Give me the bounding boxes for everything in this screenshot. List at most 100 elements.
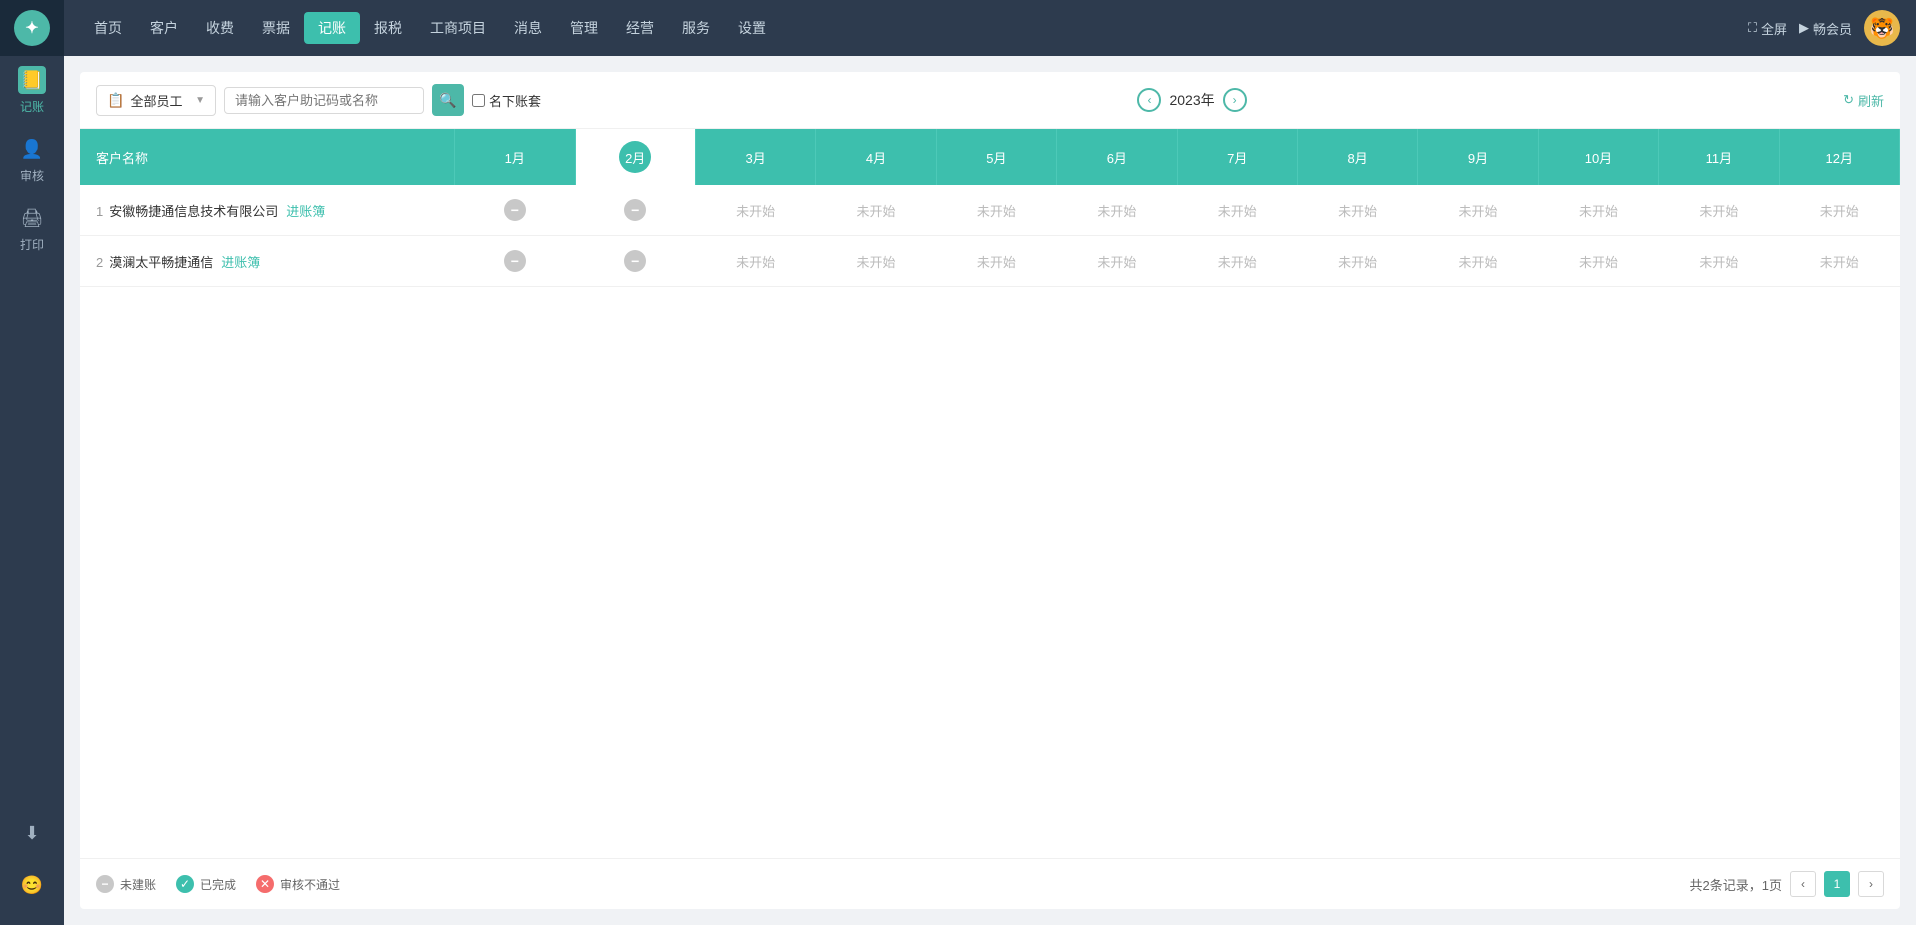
toolbar: 📋 全部员工 ▼ 🔍 名下账套 ‹ 2023年 › bbox=[80, 72, 1900, 129]
nav-service[interactable]: 服务 bbox=[668, 12, 724, 44]
not-built-icon: − bbox=[96, 875, 114, 893]
next-year-button[interactable]: › bbox=[1223, 88, 1247, 112]
nav-billing[interactable]: 收费 bbox=[192, 12, 248, 44]
not-built-status[interactable]: − bbox=[504, 199, 526, 221]
month-cell-11: 未开始 bbox=[1659, 236, 1779, 287]
col-header-m8: 8月 bbox=[1297, 129, 1417, 185]
month-cell-5: 未开始 bbox=[936, 236, 1056, 287]
month-cell-7: 未开始 bbox=[1177, 236, 1297, 287]
employee-icon: 📋 bbox=[107, 92, 124, 109]
year-label: 2023年 bbox=[1169, 90, 1214, 110]
month-cell-2[interactable]: − bbox=[575, 185, 695, 236]
chevron-down-icon: ▼ bbox=[195, 95, 205, 106]
nav-business[interactable]: 工商项目 bbox=[416, 12, 500, 44]
checkbox-mine[interactable]: 名下账套 bbox=[472, 91, 541, 110]
not-started-status: 未开始 bbox=[1097, 255, 1136, 270]
total-text: 共2条记录，1页 bbox=[1690, 875, 1782, 894]
month-cell-1[interactable]: − bbox=[455, 236, 575, 287]
rejected-icon: ✕ bbox=[256, 875, 274, 893]
rejected-label: 审核不通过 bbox=[280, 876, 340, 893]
year-nav: ‹ 2023年 › bbox=[1137, 88, 1246, 112]
not-started-status: 未开始 bbox=[1459, 204, 1498, 219]
footer-right: 共2条记录，1页 ‹ 1 › bbox=[1690, 871, 1884, 897]
nav-invoice[interactable]: 票据 bbox=[248, 12, 304, 44]
not-started-status: 未开始 bbox=[1699, 204, 1738, 219]
not-started-status: 未开始 bbox=[1699, 255, 1738, 270]
nav-message[interactable]: 消息 bbox=[500, 12, 556, 44]
col-header-m12: 12月 bbox=[1779, 129, 1899, 185]
table-wrap: 客户名称 1月 2月 3月 4月 5月 6月 7月 8月 9月 bbox=[80, 129, 1900, 858]
search-input[interactable] bbox=[224, 87, 424, 114]
sidebar-item-label: 打印 bbox=[20, 236, 44, 253]
not-started-status: 未开始 bbox=[1218, 204, 1257, 219]
nav-manage[interactable]: 管理 bbox=[556, 12, 612, 44]
sidebar: ✦ 📒 记账 👤 审核 🖨 打印 ⬇ 😊 bbox=[0, 0, 64, 925]
not-started-status: 未开始 bbox=[1338, 255, 1377, 270]
search-button[interactable]: 🔍 bbox=[432, 84, 464, 116]
main-area: 首页 客户 收费 票据 记账 报税 工商项目 消息 管理 经营 服务 设置 ⛶ … bbox=[64, 0, 1916, 925]
not-built-status[interactable]: − bbox=[504, 250, 526, 272]
enter-ledger-link[interactable]: 进账簿 bbox=[286, 204, 325, 219]
nav-operation[interactable]: 经营 bbox=[612, 12, 668, 44]
sidebar-item-accounting[interactable]: 📒 记账 bbox=[0, 56, 64, 125]
prev-year-button[interactable]: ‹ bbox=[1137, 88, 1161, 112]
sidebar-bottom: ⬇ 😊 bbox=[0, 809, 64, 925]
month-cell-5: 未开始 bbox=[936, 185, 1056, 236]
month-cell-7: 未开始 bbox=[1177, 185, 1297, 236]
app-logo: ✦ bbox=[14, 10, 50, 46]
not-started-status: 未开始 bbox=[1579, 255, 1618, 270]
sidebar-item-download[interactable]: ⬇ bbox=[0, 809, 64, 857]
nav-settings[interactable]: 设置 bbox=[724, 12, 780, 44]
topnav: 首页 客户 收费 票据 记账 报税 工商项目 消息 管理 经营 服务 设置 ⛶ … bbox=[64, 0, 1916, 56]
month-cell-1[interactable]: − bbox=[455, 185, 575, 236]
col-header-m4: 4月 bbox=[816, 129, 936, 185]
not-started-status: 未开始 bbox=[1097, 204, 1136, 219]
next-page-button[interactable]: › bbox=[1858, 871, 1884, 897]
sidebar-item-print[interactable]: 🖨 打印 bbox=[0, 194, 64, 263]
not-started-status: 未开始 bbox=[736, 204, 775, 219]
not-started-status: 未开始 bbox=[1338, 204, 1377, 219]
nav-tax[interactable]: 报税 bbox=[360, 12, 416, 44]
member-label: 畅会员 bbox=[1813, 19, 1852, 38]
page-1-button[interactable]: 1 bbox=[1824, 871, 1850, 897]
nav-home[interactable]: 首页 bbox=[80, 12, 136, 44]
sidebar-item-audit[interactable]: 👤 审核 bbox=[0, 125, 64, 194]
not-built-status[interactable]: − bbox=[624, 250, 646, 272]
refresh-label: 刷新 bbox=[1858, 91, 1884, 110]
col-header-m1: 1月 bbox=[455, 129, 575, 185]
sidebar-item-support[interactable]: 😊 bbox=[0, 861, 64, 909]
not-built-status[interactable]: − bbox=[624, 199, 646, 221]
footer: − 未建账 ✓ 已完成 ✕ 审核不通过 共2条记录，1页 ‹ 1 › bbox=[80, 858, 1900, 909]
refresh-button[interactable]: ↻ 刷新 bbox=[1843, 91, 1884, 110]
col-header-m2: 2月 bbox=[575, 129, 695, 185]
table-header-row: 客户名称 1月 2月 3月 4月 5月 6月 7月 8月 9月 bbox=[80, 129, 1900, 185]
search-icon: 🔍 bbox=[439, 92, 456, 109]
not-built-label: 未建账 bbox=[120, 876, 156, 893]
row-index: 1 bbox=[96, 204, 103, 219]
month-cell-3: 未开始 bbox=[695, 236, 815, 287]
current-month-circle: 2月 bbox=[619, 141, 651, 173]
member-button[interactable]: ▶ 畅会员 bbox=[1799, 19, 1852, 38]
avatar[interactable]: 🐯 bbox=[1864, 10, 1900, 46]
month-cell-2[interactable]: − bbox=[575, 236, 695, 287]
month-cell-6: 未开始 bbox=[1057, 236, 1177, 287]
data-table: 客户名称 1月 2月 3月 4月 5月 6月 7月 8月 9月 bbox=[80, 129, 1900, 287]
member-icon: ▶ bbox=[1799, 20, 1809, 36]
nav-accounting[interactable]: 记账 bbox=[304, 12, 360, 44]
table-row: 2漠澜太平畅捷通信进账簿−−未开始未开始未开始未开始未开始未开始未开始未开始未开… bbox=[80, 236, 1900, 287]
legend-not-built: − 未建账 bbox=[96, 875, 156, 893]
fullscreen-button[interactable]: ⛶ 全屏 bbox=[1748, 19, 1787, 38]
download-icon: ⬇ bbox=[18, 819, 46, 847]
legend-completed: ✓ 已完成 bbox=[176, 875, 236, 893]
month-cell-4: 未开始 bbox=[816, 185, 936, 236]
prev-page-button[interactable]: ‹ bbox=[1790, 871, 1816, 897]
content-area: 📋 全部员工 ▼ 🔍 名下账套 ‹ 2023年 › bbox=[64, 56, 1916, 925]
enter-ledger-link[interactable]: 进账簿 bbox=[221, 255, 260, 270]
employee-select[interactable]: 📋 全部员工 ▼ bbox=[96, 85, 216, 116]
not-started-status: 未开始 bbox=[977, 255, 1016, 270]
mine-checkbox[interactable] bbox=[472, 94, 485, 107]
col-header-name: 客户名称 bbox=[80, 129, 455, 185]
not-started-status: 未开始 bbox=[1459, 255, 1498, 270]
month-cell-11: 未开始 bbox=[1659, 185, 1779, 236]
nav-customer[interactable]: 客户 bbox=[136, 12, 192, 44]
